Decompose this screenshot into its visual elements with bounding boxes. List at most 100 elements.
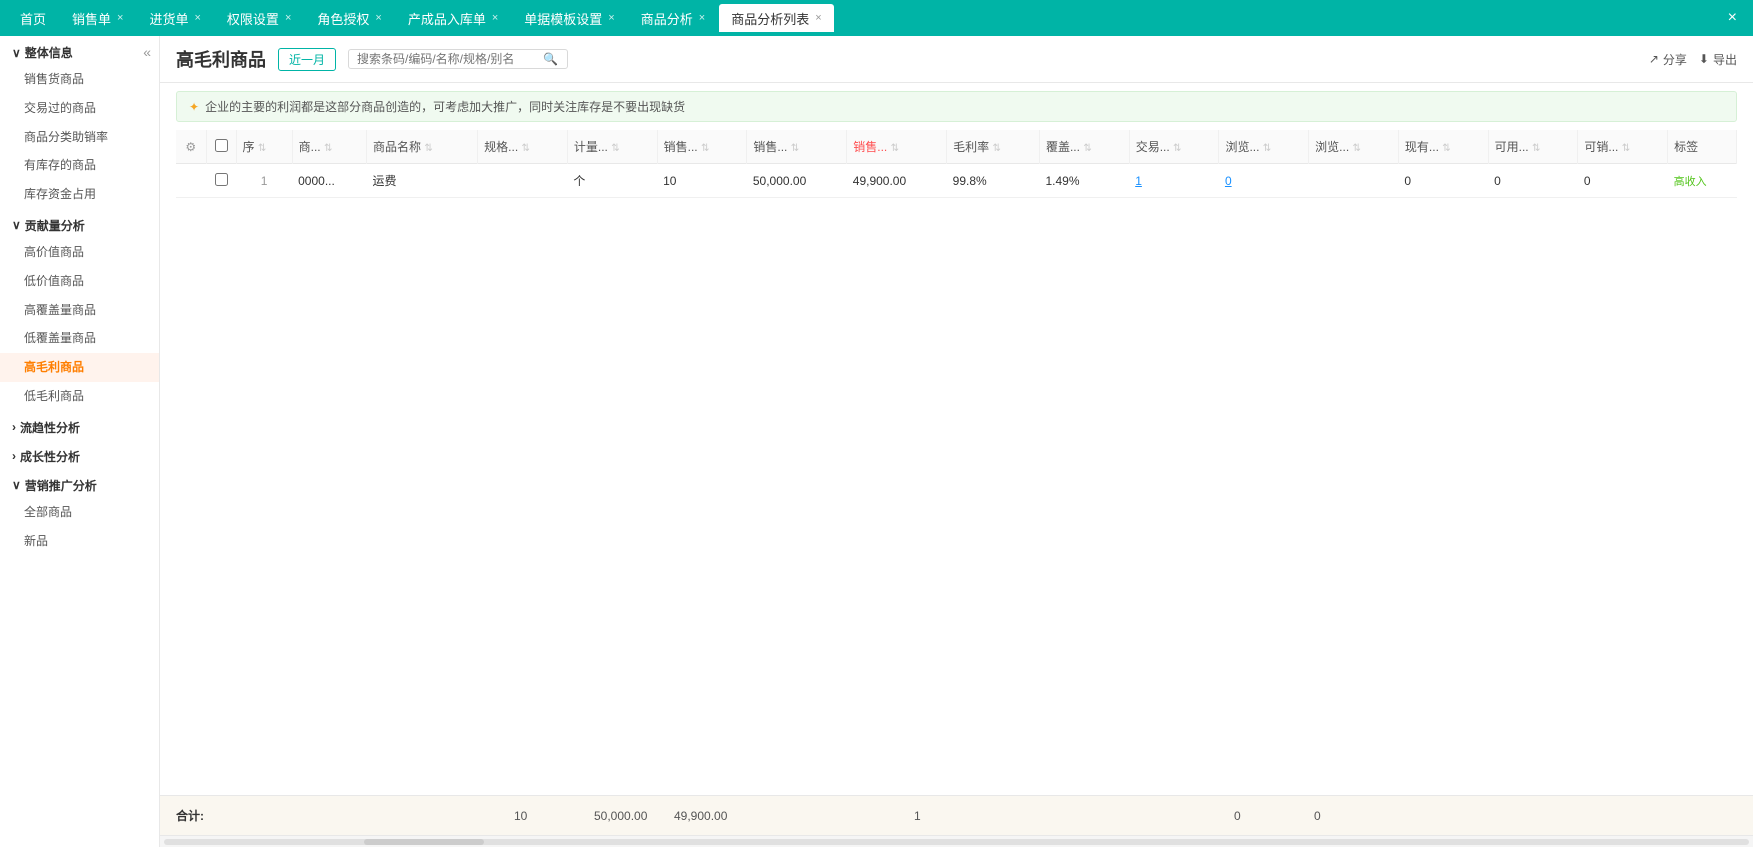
sidebar-collapse-btn[interactable]: «	[143, 44, 151, 60]
close-product-analysis-list-tab[interactable]: ×	[815, 12, 821, 24]
search-input[interactable]	[357, 52, 537, 66]
close-product-analysis-tab[interactable]: ×	[699, 12, 705, 24]
info-banner: ✦ 企业的主要的利润都是这部分商品创造的，可考虑加大推广，同时关注库存是不要出现…	[176, 91, 1737, 122]
nav-tab-permission[interactable]: 权限设置 ×	[215, 4, 303, 32]
sidebar-group-marketing[interactable]: ∨ 营销推广分析	[0, 469, 159, 498]
nav-tab-sales[interactable]: 销售单 ×	[60, 4, 135, 32]
table-header-browse2[interactable]: 浏览... ⇅	[1309, 130, 1399, 164]
table-header-checkbox[interactable]	[206, 130, 236, 164]
sidebar-group-trend[interactable]: › 流趋性分析	[0, 411, 159, 440]
nav-tab-role[interactable]: 角色授权 ×	[305, 4, 393, 32]
sidebar-item-traded-goods[interactable]: 交易过的商品	[0, 94, 159, 123]
table-container[interactable]: ⚙ 序 ⇅ 商... ⇅ 商品名称 ⇅ 规格... ⇅ 计量... ⇅ 销售..…	[160, 130, 1753, 795]
row-trade-count[interactable]: 1	[1129, 164, 1219, 198]
top-navigation: 首页 销售单 × 进货单 × 权限设置 × 角色授权 × 产成品入库单 × 单据…	[0, 0, 1753, 36]
row-gross-margin: 99.8%	[947, 164, 1040, 198]
table-header-tag[interactable]: 标签	[1668, 130, 1737, 164]
footer-empty-4	[1148, 809, 1228, 823]
nav-tab-purchase[interactable]: 进货单 ×	[137, 4, 212, 32]
sidebar-group-contribution[interactable]: ∨ 贡献量分析	[0, 209, 159, 238]
row-spec	[478, 164, 568, 198]
info-icon: ✦	[189, 100, 199, 114]
scrollbar-thumb[interactable]	[364, 839, 484, 845]
nav-tab-product-analysis-list[interactable]: 商品分析列表 ×	[719, 4, 833, 32]
nav-tab-product-analysis[interactable]: 商品分析 ×	[629, 4, 717, 32]
close-sales-tab[interactable]: ×	[117, 12, 123, 24]
table-row: 1 0000... 运费 个 10 50,000.00 49,900.00 99…	[176, 164, 1737, 198]
sidebar-item-all-goods[interactable]: 全部商品	[0, 498, 159, 527]
close-template-tab[interactable]: ×	[608, 12, 614, 24]
header-actions: ↗ 分享 ⬇ 导出	[1649, 51, 1737, 68]
content-header: 高毛利商品 近一月 🔍 ↗ 分享 ⬇ 导出	[160, 36, 1753, 83]
row-sellable: 0	[1578, 164, 1668, 198]
scrollbar-track[interactable]	[164, 839, 1749, 845]
sidebar-item-category-rate[interactable]: 商品分类助销率	[0, 123, 159, 152]
footer-sales-amount: 50,000.00	[588, 809, 668, 823]
table-header-name[interactable]: 商品名称 ⇅	[367, 130, 478, 164]
table-header-code[interactable]: 商... ⇅	[292, 130, 366, 164]
row-sales-amount: 50,000.00	[747, 164, 847, 198]
row-unit: 个	[567, 164, 657, 198]
table-header-settings[interactable]: ⚙	[176, 130, 206, 164]
sidebar-item-low-coverage[interactable]: 低覆盖量商品	[0, 324, 159, 353]
sidebar-item-high-coverage[interactable]: 高覆盖量商品	[0, 296, 159, 325]
close-finished-goods-tab[interactable]: ×	[492, 12, 498, 24]
row-coverage: 1.49%	[1039, 164, 1129, 198]
sidebar-item-new-goods[interactable]: 新品	[0, 527, 159, 556]
sidebar-item-high-margin[interactable]: 高毛利商品	[0, 353, 159, 382]
table-header-available[interactable]: 可用... ⇅	[1488, 130, 1578, 164]
chevron-down-icon-2: ∨	[12, 218, 21, 232]
nav-tab-template[interactable]: 单据模板设置 ×	[512, 4, 626, 32]
footer-cells: 10 50,000.00 49,900.00 1 0 0	[208, 809, 1737, 823]
table-header-coverage[interactable]: 覆盖... ⇅	[1039, 130, 1129, 164]
close-all-tabs[interactable]: ×	[1720, 9, 1745, 27]
sidebar-group-overview[interactable]: ∨ 整体信息	[0, 36, 159, 65]
row-current-stock: 0	[1398, 164, 1488, 198]
share-button[interactable]: ↗ 分享	[1649, 51, 1687, 68]
table-header-sales-amount[interactable]: 销售... ⇅	[747, 130, 847, 164]
sidebar-item-low-margin[interactable]: 低毛利商品	[0, 382, 159, 411]
nav-tab-finished-goods[interactable]: 产成品入库单 ×	[396, 4, 510, 32]
table-footer: 合计: 10 50,000.00 49,900.00 1 0 0	[160, 795, 1753, 835]
sidebar-item-high-value[interactable]: 高价值商品	[0, 238, 159, 267]
table-header-unit[interactable]: 计量... ⇅	[567, 130, 657, 164]
footer-sellable: 0	[1308, 809, 1388, 823]
close-purchase-tab[interactable]: ×	[194, 12, 200, 24]
row-sales-qty: 10	[657, 164, 747, 198]
row-seq: 1	[236, 164, 292, 198]
row-browse1[interactable]: 0	[1219, 164, 1309, 198]
horizontal-scrollbar[interactable]	[160, 835, 1753, 847]
table-header-trade-count[interactable]: 交易... ⇅	[1129, 130, 1219, 164]
footer-empty-1	[208, 809, 508, 823]
chevron-down-icon-3: ∨	[12, 478, 21, 492]
row-select-checkbox[interactable]	[215, 173, 228, 186]
table-header-sales-profit[interactable]: 销售... ⇅	[847, 130, 947, 164]
table-header-gross-margin[interactable]: 毛利率 ⇅	[947, 130, 1040, 164]
select-all-checkbox[interactable]	[215, 139, 228, 152]
row-code[interactable]: 0000...	[292, 164, 366, 198]
chevron-down-icon: ∨	[12, 46, 21, 60]
close-role-tab[interactable]: ×	[375, 12, 381, 24]
sidebar-item-low-value[interactable]: 低价值商品	[0, 267, 159, 296]
content-area: 高毛利商品 近一月 🔍 ↗ 分享 ⬇ 导出 ✦ 企业的主要的利润都是这部分商品创…	[160, 36, 1753, 847]
row-name[interactable]: 运费	[367, 164, 478, 198]
sidebar-item-stock-capital[interactable]: 库存资金占用	[0, 180, 159, 209]
search-icon[interactable]: 🔍	[543, 52, 558, 66]
table-header-browse1[interactable]: 浏览... ⇅	[1219, 130, 1309, 164]
table-header-spec[interactable]: 规格... ⇅	[478, 130, 568, 164]
export-button[interactable]: ⬇ 导出	[1699, 51, 1737, 68]
nav-tab-home[interactable]: 首页	[8, 4, 58, 32]
row-browse2	[1309, 164, 1399, 198]
footer-sales-profit: 49,900.00	[668, 809, 748, 823]
sidebar-item-stock-goods[interactable]: 有库存的商品	[0, 151, 159, 180]
close-permission-tab[interactable]: ×	[285, 12, 291, 24]
period-button[interactable]: 近一月	[278, 48, 336, 71]
table-header-sellable[interactable]: 可销... ⇅	[1578, 130, 1668, 164]
sidebar-item-sales-goods[interactable]: 销售货商品	[0, 65, 159, 94]
table-header-current-stock[interactable]: 现有... ⇅	[1398, 130, 1488, 164]
table-header-sales-qty[interactable]: 销售... ⇅	[657, 130, 747, 164]
sidebar-group-growth[interactable]: › 成长性分析	[0, 440, 159, 469]
search-box[interactable]: 🔍	[348, 49, 568, 69]
chevron-right-icon-2: ›	[12, 449, 16, 463]
row-checkbox[interactable]	[206, 164, 236, 198]
